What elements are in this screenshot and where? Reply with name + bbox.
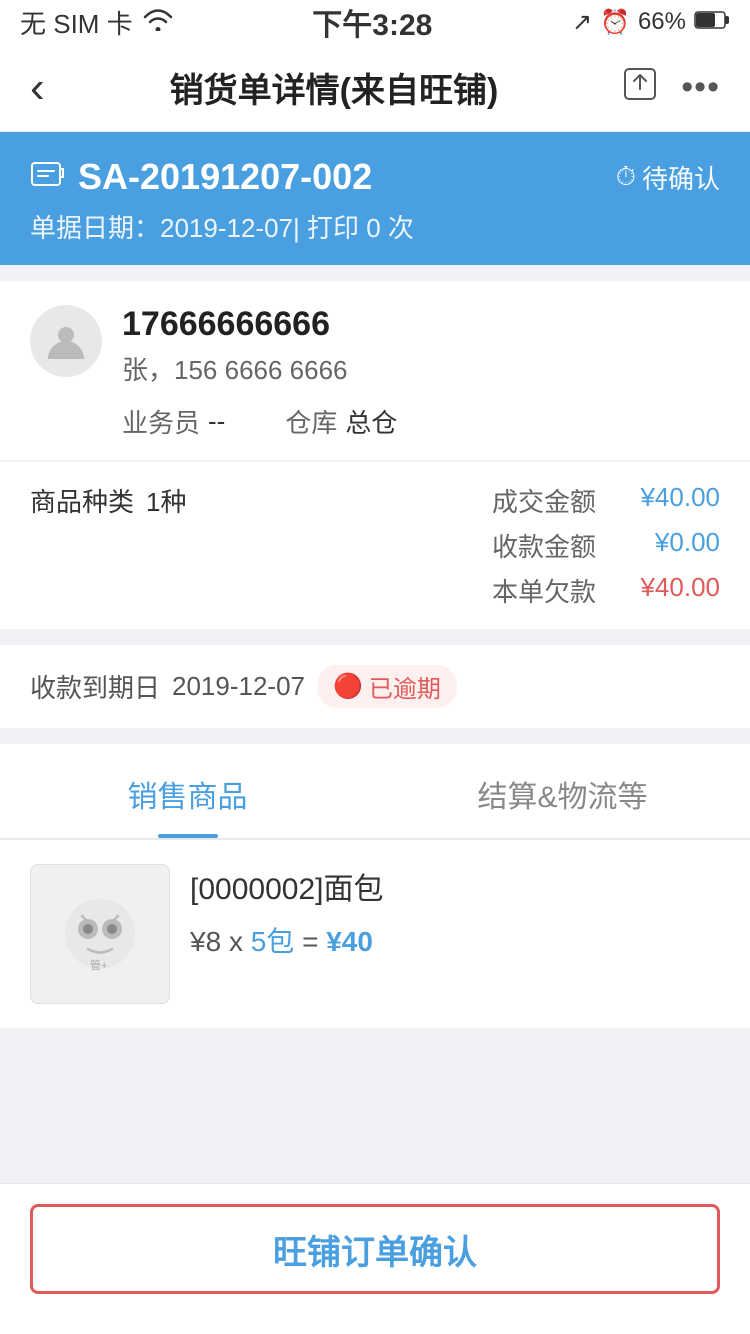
order-status: ⏱ 待确认 [616, 159, 720, 196]
clock-icon: ⏱ [616, 161, 636, 193]
due-date-label: 收款到期日 [30, 668, 160, 705]
location-icon: ↗ [572, 8, 592, 37]
carrier-text: 无 SIM 卡 [20, 4, 133, 41]
nav-bar: ‹ 销货单详情(来自旺铺) ••• [0, 44, 750, 132]
due-date-section: 收款到期日 2019-12-07 🔴 已逾期 [0, 629, 750, 728]
status-left: 无 SIM 卡 [20, 4, 173, 41]
equals-sign: = [302, 926, 326, 957]
confirm-order-button[interactable]: 旺铺订单确认 [30, 1204, 720, 1294]
avatar [30, 305, 102, 377]
overdue-text: 已逾期 [369, 669, 441, 704]
tab-sales-products[interactable]: 销售商品 [0, 744, 375, 838]
customer-meta: 业务员 -- 仓库 总仓 [122, 403, 720, 440]
product-info: [0000002]面包 ¥8 x 5包 = ¥40 [190, 864, 720, 960]
customer-phone: 17666666666 [122, 305, 720, 344]
received-value: ¥0.00 [620, 527, 720, 564]
order-header: SA-20191207-002 ⏱ 待确认 单据日期：2019-12-07| 打… [0, 132, 750, 265]
product-section: 管+ [0000002]面包 ¥8 x 5包 = ¥40 [0, 840, 750, 1028]
order-date: 单据日期：2019-12-07| 打印 0 次 [30, 208, 720, 245]
product-item: 管+ [0000002]面包 ¥8 x 5包 = ¥40 [30, 864, 720, 1004]
due-date-value: 2019-12-07 [172, 671, 305, 702]
battery-text: 66% [638, 8, 686, 36]
owed-label: 本单欠款 [492, 572, 596, 609]
amount-line-3: 本单欠款 ¥40.00 [492, 572, 720, 609]
alarm-icon: ⏰ [600, 8, 630, 37]
owed-value: ¥40.00 [620, 572, 720, 609]
product-type-value: 1种 [146, 482, 186, 519]
product-price-info: ¥8 x 5包 = ¥40 [190, 920, 720, 960]
warehouse-value: 总仓 [345, 403, 397, 440]
status-bar: 无 SIM 卡 下午3:28 ↗ ⏰ 66% [0, 0, 750, 44]
amount-value: ¥40.00 [620, 482, 720, 519]
overdue-icon: 🔴 [333, 672, 363, 701]
svg-text:管+: 管+ [90, 958, 107, 972]
wifi-icon [143, 7, 173, 38]
battery-icon [694, 8, 730, 36]
order-id: SA-20191207-002 [30, 156, 372, 198]
tabs: 销售商品 结算&物流等 [0, 744, 750, 840]
salesperson-value: -- [208, 406, 225, 437]
unit-price: ¥8 [190, 926, 221, 957]
nav-actions: ••• [623, 67, 720, 108]
amount-line-1: 成交金额 ¥40.00 [492, 482, 720, 519]
confirm-button-wrap: 旺铺订单确认 [0, 1183, 750, 1334]
product-thumbnail: 管+ [30, 864, 170, 1004]
back-button[interactable]: ‹ [30, 63, 45, 113]
product-name: [0000002]面包 [190, 864, 720, 908]
amount-label: 成交金额 [492, 482, 596, 519]
product-type-label: 商品种类 [30, 482, 134, 519]
received-label: 收款金额 [492, 527, 596, 564]
time-display: 下午3:28 [312, 0, 432, 44]
product-type-info: 商品种类 1种 [30, 482, 186, 519]
salesperson-label: 业务员 [122, 403, 200, 440]
order-icon [30, 156, 66, 198]
amounts-section: 商品种类 1种 成交金额 ¥40.00 收款金额 ¥0.00 本单欠款 ¥40.… [0, 461, 750, 629]
total-price: ¥40 [326, 926, 373, 957]
customer-name: 张，156 6666 6666 [122, 350, 720, 387]
amount-line-2: 收款金额 ¥0.00 [492, 527, 720, 564]
amounts-right: 成交金额 ¥40.00 收款金额 ¥0.00 本单欠款 ¥40.00 [492, 482, 720, 609]
status-right: ↗ ⏰ 66% [572, 8, 730, 37]
page-title: 销货单详情(来自旺铺) [170, 63, 499, 112]
tab-settlement[interactable]: 结算&物流等 [375, 744, 750, 838]
multiply-sign: x [229, 926, 251, 957]
customer-card: 17666666666 张，156 6666 6666 业务员 -- 仓库 总仓 [0, 281, 750, 460]
overdue-badge: 🔴 已逾期 [317, 665, 457, 708]
more-icon[interactable]: ••• [681, 68, 720, 107]
quantity: 5包 [251, 926, 295, 957]
warehouse-label: 仓库 [285, 403, 337, 440]
customer-info: 17666666666 张，156 6666 6666 业务员 -- 仓库 总仓 [122, 305, 720, 440]
share-icon[interactable] [623, 67, 657, 108]
